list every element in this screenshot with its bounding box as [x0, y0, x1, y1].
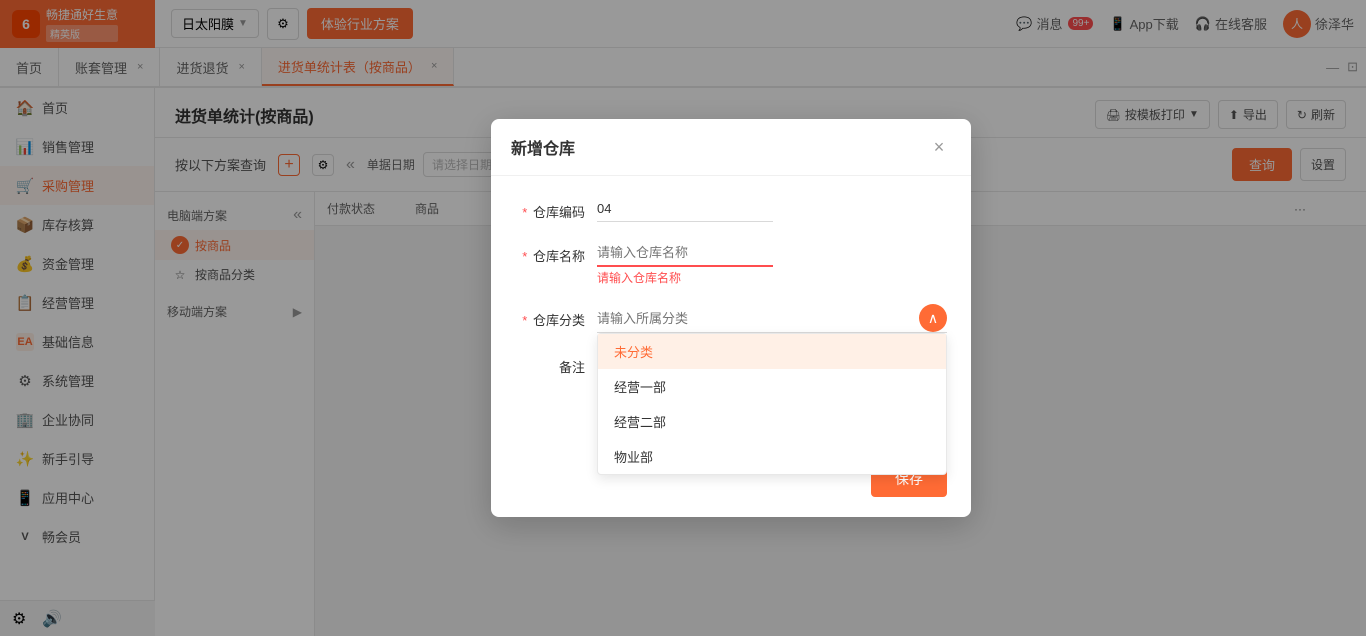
option-dept2[interactable]: 经营二部: [598, 404, 946, 439]
form-row-name: * 仓库名称 请输入仓库名称: [515, 240, 947, 286]
option-uncategorized[interactable]: 未分类: [598, 334, 946, 369]
note-label: 备注: [515, 351, 585, 376]
name-input-wrap: 请输入仓库名称: [597, 240, 947, 286]
form-row-category: * 仓库分类 ∧ 未分类 经营一部 经营二部 物业部: [515, 304, 947, 333]
dropdown-input-row: ∧: [597, 304, 947, 333]
option-property[interactable]: 物业部: [598, 439, 946, 474]
category-label: * 仓库分类: [515, 304, 585, 329]
modal-title: 新增仓库: [511, 135, 575, 159]
warehouse-modal: 新增仓库 × * 仓库编码 * 仓库名称 请输入仓库名称: [491, 119, 971, 517]
form-row-code: * 仓库编码: [515, 196, 947, 222]
code-label: * 仓库编码: [515, 196, 585, 221]
category-dropdown-list: 未分类 经营一部 经营二部 物业部: [597, 333, 947, 475]
modal-header: 新增仓库 ×: [491, 119, 971, 176]
code-input-wrap: [597, 196, 947, 222]
option-dept1[interactable]: 经营一部: [598, 369, 946, 404]
modal-body: * 仓库编码 * 仓库名称 请输入仓库名称 * 仓库分类: [491, 176, 971, 449]
chevron-up-icon: ∧: [928, 310, 938, 327]
name-label: * 仓库名称: [515, 240, 585, 265]
name-input[interactable]: [597, 240, 773, 267]
modal-close-button[interactable]: ×: [927, 135, 951, 159]
name-error-message: 请输入仓库名称: [597, 269, 947, 286]
category-dropdown: ∧ 未分类 经营一部 经营二部 物业部: [597, 304, 947, 333]
code-input[interactable]: [597, 196, 773, 222]
dropdown-toggle-button[interactable]: ∧: [919, 304, 947, 332]
category-input[interactable]: [597, 306, 919, 331]
